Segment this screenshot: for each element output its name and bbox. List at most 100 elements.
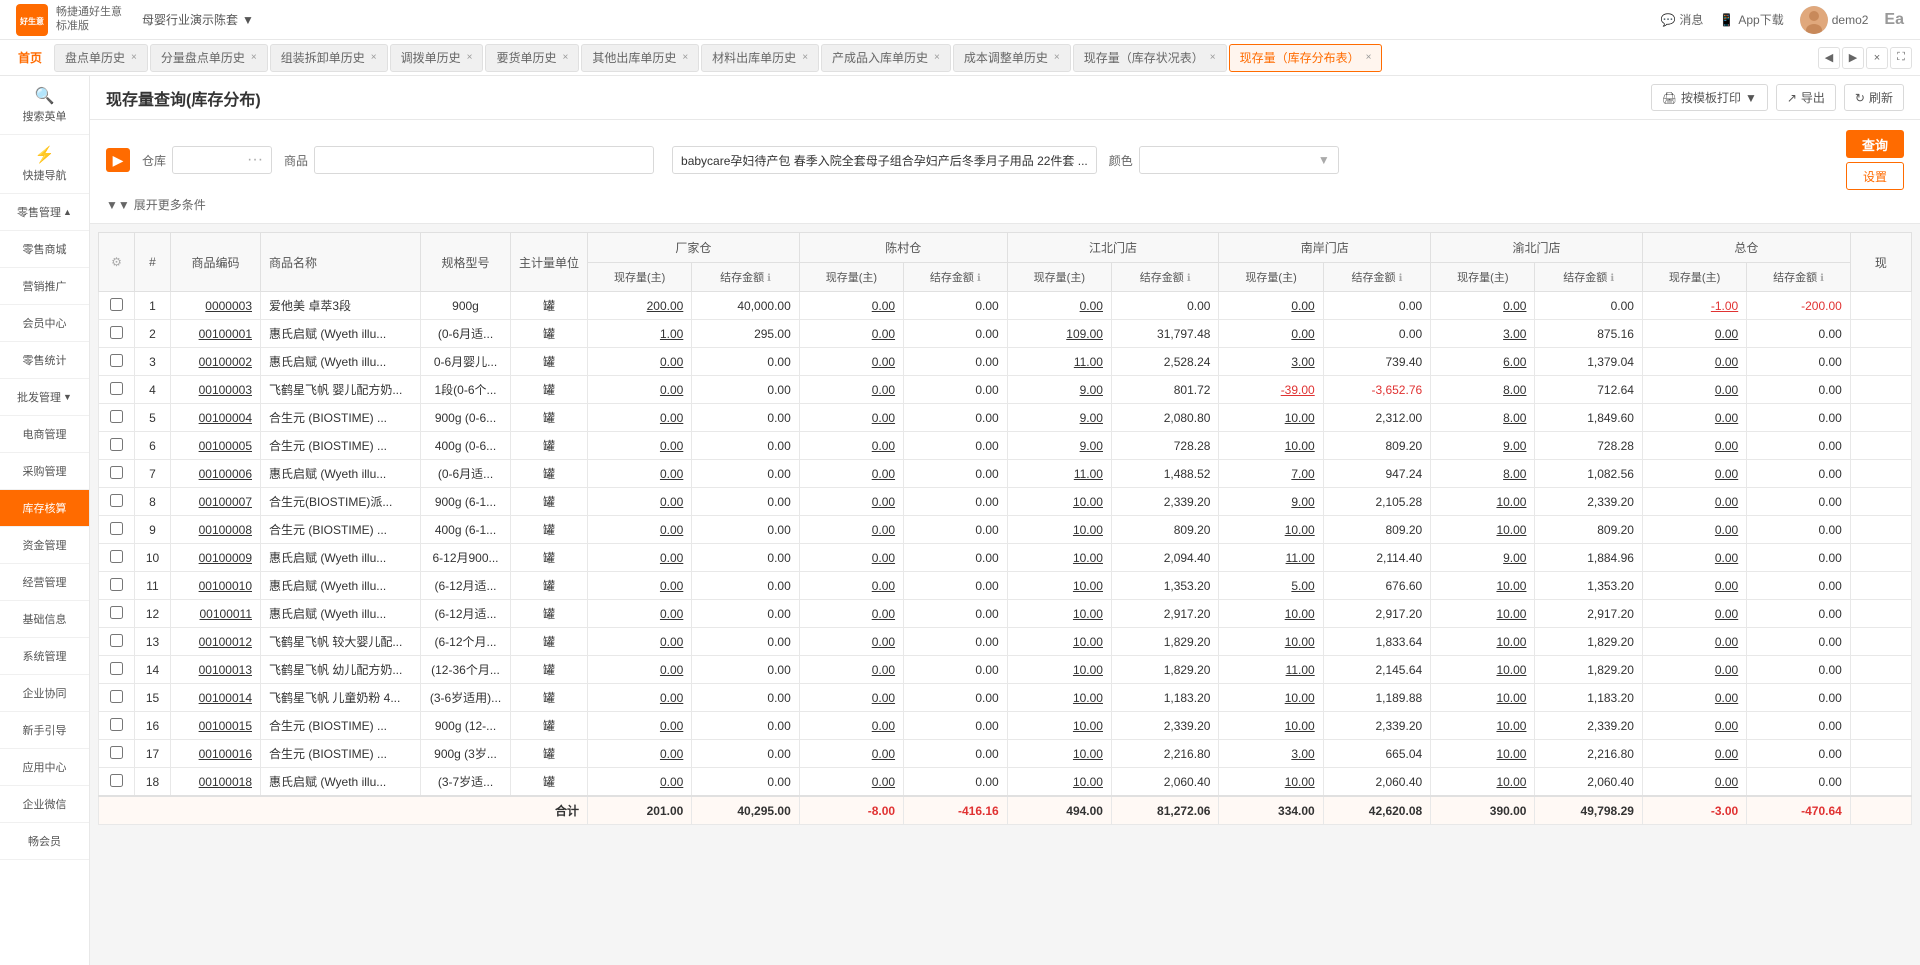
row-checkbox[interactable] bbox=[99, 460, 135, 488]
row-c-qty[interactable]: 0.00 bbox=[799, 488, 903, 516]
sidebar-item-app-center[interactable]: 应用中心 bbox=[0, 749, 89, 786]
row-n-qty[interactable]: 10.00 bbox=[1219, 432, 1323, 460]
row-t-qty[interactable]: 0.00 bbox=[1642, 488, 1746, 516]
row-y-qty[interactable]: 10.00 bbox=[1431, 684, 1535, 712]
checkbox[interactable] bbox=[110, 662, 123, 675]
tab-cost-adjustment[interactable]: 成本调整单历史 × bbox=[953, 44, 1071, 72]
sidebar-item-wechat-work[interactable]: 企业微信 bbox=[0, 786, 89, 823]
color-input[interactable]: ▼ bbox=[1139, 146, 1339, 174]
row-y-qty[interactable]: 10.00 bbox=[1431, 516, 1535, 544]
row-n-qty[interactable]: 0.00 bbox=[1219, 320, 1323, 348]
tenant-selector[interactable]: 母婴行业演示陈套 ▼ bbox=[142, 11, 254, 28]
row-y-qty[interactable]: 9.00 bbox=[1431, 544, 1535, 572]
tab-portion-history[interactable]: 分量盘点单历史 × bbox=[150, 44, 268, 72]
close-icon[interactable]: × bbox=[1054, 52, 1060, 63]
row-j-qty[interactable]: 10.00 bbox=[1007, 712, 1111, 740]
row-j-qty[interactable]: 9.00 bbox=[1007, 404, 1111, 432]
checkbox[interactable] bbox=[110, 690, 123, 703]
row-j-qty[interactable]: 10.00 bbox=[1007, 628, 1111, 656]
checkbox[interactable] bbox=[110, 746, 123, 759]
close-icon[interactable]: × bbox=[682, 52, 688, 63]
row-code[interactable]: 00100003 bbox=[171, 376, 261, 404]
row-checkbox[interactable] bbox=[99, 320, 135, 348]
query-btn[interactable]: 查询 bbox=[1846, 130, 1904, 158]
tab-assembly-history[interactable]: 组装拆卸单历史 × bbox=[270, 44, 388, 72]
row-t-qty[interactable]: 0.00 bbox=[1642, 348, 1746, 376]
row-t-qty[interactable]: 0.00 bbox=[1642, 376, 1746, 404]
sidebar-item-retail[interactable]: 零售管理▲ bbox=[0, 194, 89, 231]
close-icon[interactable]: × bbox=[562, 52, 568, 63]
row-j-qty[interactable]: 10.00 bbox=[1007, 656, 1111, 684]
row-c-qty[interactable]: 0.00 bbox=[799, 712, 903, 740]
row-y-qty[interactable]: 10.00 bbox=[1431, 600, 1535, 628]
warehouse-dots-btn[interactable]: ··· bbox=[247, 151, 263, 169]
tab-product-inbound[interactable]: 产成品入库单历史 × bbox=[821, 44, 951, 72]
row-c-qty[interactable]: 0.00 bbox=[799, 684, 903, 712]
settings-btn[interactable]: 设置 bbox=[1846, 162, 1904, 190]
row-n-qty[interactable]: 10.00 bbox=[1219, 684, 1323, 712]
tab-stock-distribution[interactable]: 现存量（库存分布表）× bbox=[1229, 44, 1383, 72]
row-checkbox[interactable] bbox=[99, 348, 135, 376]
row-c-qty[interactable]: 0.00 bbox=[799, 600, 903, 628]
app-download-btn[interactable]: 📱 App下载 bbox=[1719, 11, 1783, 28]
row-c-qty[interactable]: 0.00 bbox=[799, 460, 903, 488]
sidebar-item-members[interactable]: 会员中心 bbox=[0, 305, 89, 342]
row-n-qty[interactable]: 11.00 bbox=[1219, 656, 1323, 684]
checkbox[interactable] bbox=[110, 522, 123, 535]
row-y-qty[interactable]: 0.00 bbox=[1431, 292, 1535, 320]
tab-close-btn[interactable]: × bbox=[1866, 47, 1888, 69]
row-code[interactable]: 00100004 bbox=[171, 404, 261, 432]
message-btn[interactable]: 💬 消息 bbox=[1660, 11, 1703, 28]
row-code[interactable]: 00100016 bbox=[171, 740, 261, 768]
row-j-qty[interactable]: 9.00 bbox=[1007, 376, 1111, 404]
close-icon[interactable]: × bbox=[371, 52, 377, 63]
row-c-qty[interactable]: 0.00 bbox=[799, 292, 903, 320]
row-code[interactable]: 00100002 bbox=[171, 348, 261, 376]
row-f-qty[interactable]: 0.00 bbox=[588, 544, 692, 572]
row-code[interactable]: 00100009 bbox=[171, 544, 261, 572]
checkbox[interactable] bbox=[110, 354, 123, 367]
row-f-qty[interactable]: 0.00 bbox=[588, 684, 692, 712]
row-j-qty[interactable]: 9.00 bbox=[1007, 432, 1111, 460]
row-c-qty[interactable]: 0.00 bbox=[799, 740, 903, 768]
sidebar-item-mall[interactable]: 零售商城 bbox=[0, 231, 89, 268]
row-c-qty[interactable]: 0.00 bbox=[799, 404, 903, 432]
tab-next-btn[interactable]: ▶ bbox=[1842, 47, 1864, 69]
checkbox[interactable] bbox=[110, 494, 123, 507]
row-j-qty[interactable]: 11.00 bbox=[1007, 460, 1111, 488]
checkbox[interactable] bbox=[110, 298, 123, 311]
sidebar-item-guide[interactable]: 新手引导 bbox=[0, 712, 89, 749]
row-t-qty[interactable]: -1.00 bbox=[1642, 292, 1746, 320]
row-c-qty[interactable]: 0.00 bbox=[799, 348, 903, 376]
tab-prev-btn[interactable]: ◀ bbox=[1818, 47, 1840, 69]
row-code[interactable]: 0000003 bbox=[171, 292, 261, 320]
row-y-qty[interactable]: 10.00 bbox=[1431, 712, 1535, 740]
print-btn[interactable]: 🖨 按模板打印 ▼ bbox=[1651, 84, 1768, 111]
row-y-qty[interactable]: 10.00 bbox=[1431, 572, 1535, 600]
close-icon[interactable]: × bbox=[251, 52, 257, 63]
row-j-qty[interactable]: 10.00 bbox=[1007, 488, 1111, 516]
checkbox[interactable] bbox=[110, 606, 123, 619]
row-code[interactable]: 00100013 bbox=[171, 656, 261, 684]
checkbox[interactable] bbox=[110, 326, 123, 339]
row-checkbox[interactable] bbox=[99, 656, 135, 684]
row-t-qty[interactable]: 0.00 bbox=[1642, 432, 1746, 460]
row-n-qty[interactable]: 10.00 bbox=[1219, 516, 1323, 544]
row-checkbox[interactable] bbox=[99, 376, 135, 404]
row-c-qty[interactable]: 0.00 bbox=[799, 376, 903, 404]
row-code[interactable]: 00100001 bbox=[171, 320, 261, 348]
row-c-qty[interactable]: 0.00 bbox=[799, 320, 903, 348]
row-checkbox[interactable] bbox=[99, 600, 135, 628]
sidebar-item-marketing[interactable]: 营销推广 bbox=[0, 268, 89, 305]
row-c-qty[interactable]: 0.00 bbox=[799, 656, 903, 684]
row-j-qty[interactable]: 10.00 bbox=[1007, 600, 1111, 628]
row-y-qty[interactable]: 10.00 bbox=[1431, 656, 1535, 684]
row-checkbox[interactable] bbox=[99, 572, 135, 600]
sidebar-item-enterprise[interactable]: 企业协同 bbox=[0, 675, 89, 712]
sidebar-item-inventory[interactable]: 库存核算 bbox=[0, 490, 89, 527]
checkbox[interactable] bbox=[110, 466, 123, 479]
row-checkbox[interactable] bbox=[99, 684, 135, 712]
row-code[interactable]: 00100008 bbox=[171, 516, 261, 544]
row-checkbox[interactable] bbox=[99, 740, 135, 768]
row-checkbox[interactable] bbox=[99, 488, 135, 516]
